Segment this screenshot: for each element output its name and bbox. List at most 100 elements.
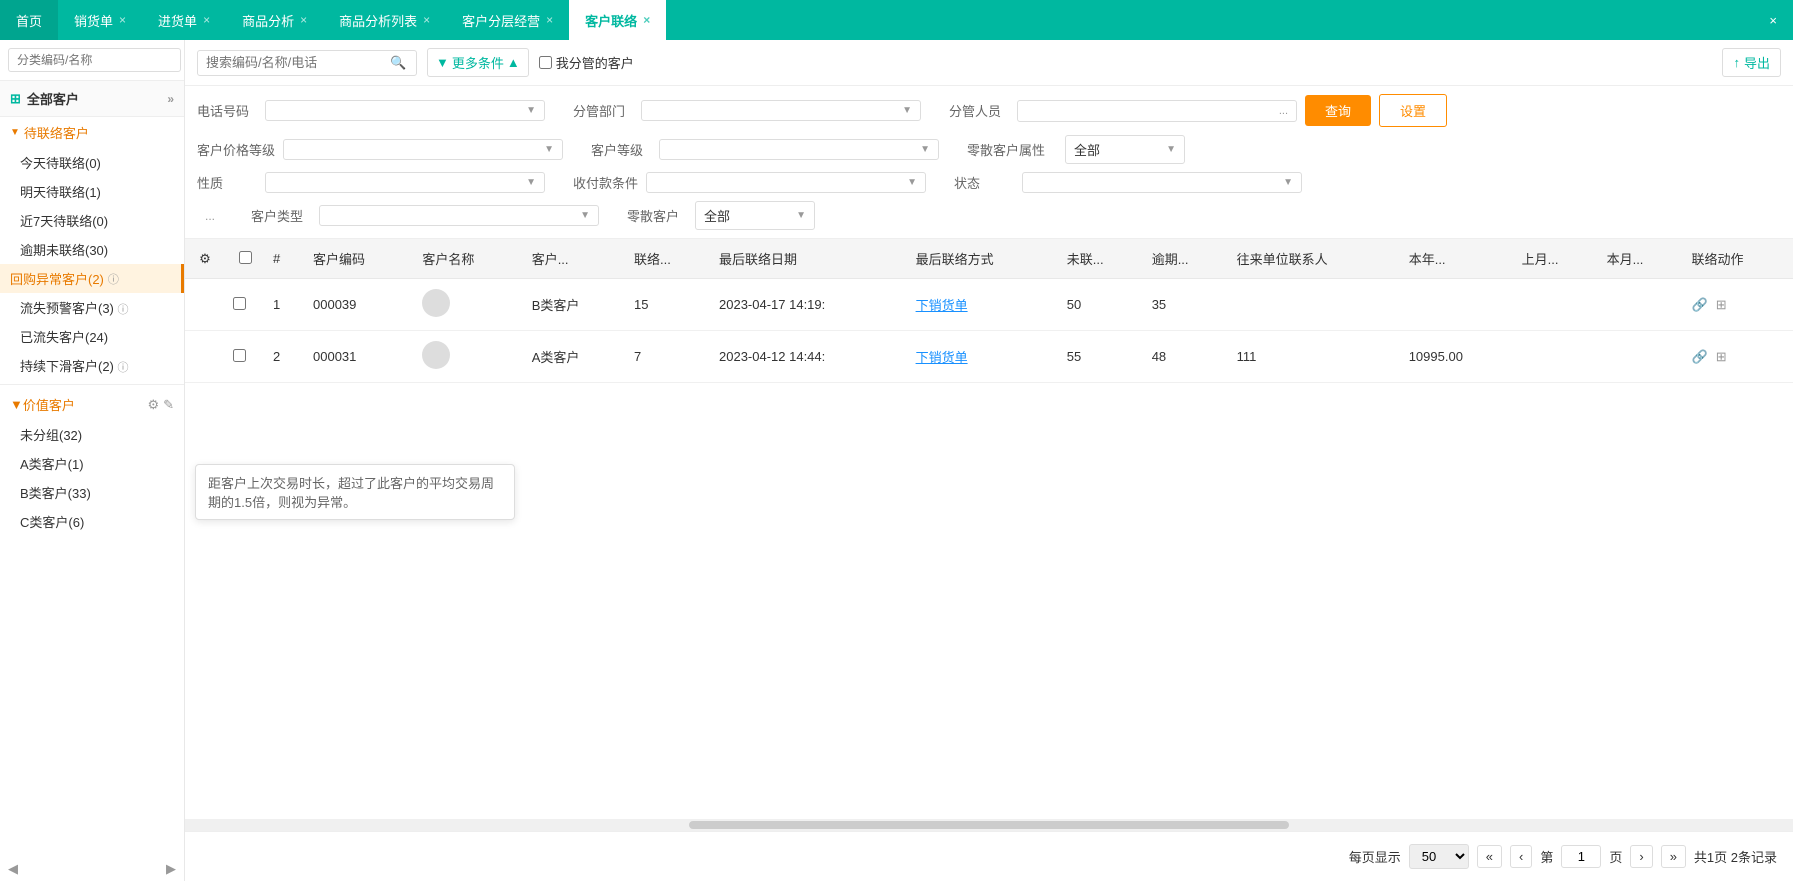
row2-checkbox[interactable] [225, 331, 265, 383]
advanced-filter-panel: 电话号码 ▼ 分管部门 ▼ 分管人员 ... 查询 设置 [185, 86, 1793, 239]
close-product-analysis-icon[interactable]: × [300, 13, 307, 27]
customer-level-field[interactable]: ▼ [659, 139, 939, 160]
nav-sales-order[interactable]: 销货单 × [58, 0, 142, 40]
retail-customer-field[interactable]: 全部 ▼ [695, 201, 815, 230]
row1-code: 000039 [305, 279, 414, 331]
row2-type: A类客户 [524, 331, 626, 383]
repurchase-tooltip: 距客户上次交易时长，超过了此客户的平均交易周期的1.5倍，则视为异常。 [195, 464, 515, 520]
scroll-thumb[interactable] [689, 821, 1289, 829]
nav-customer-contact[interactable]: 客户联络 × [569, 0, 666, 40]
close-sales-order-icon[interactable]: × [119, 13, 126, 27]
payment-field[interactable]: ▼ [646, 172, 926, 193]
page-number-input[interactable] [1561, 845, 1601, 868]
row1-select-checkbox[interactable] [233, 297, 246, 310]
customer-table: ⚙ # 客户编码 客户名称 客户... [185, 239, 1793, 383]
retail-attr-field[interactable]: 全部 ▼ [1065, 135, 1185, 164]
sidebar-item-today-pending[interactable]: 今天待联络(0) [0, 148, 184, 177]
close-purchase-order-icon[interactable]: × [203, 13, 210, 27]
sidebar-item-declining[interactable]: 持续下滑客户(2) ⓘ [0, 351, 184, 380]
data-table-area: 距客户上次交易时长，超过了此客户的平均交易周期的1.5倍，则视为异常。 ⚙ # … [185, 239, 1793, 819]
retail-customer-arrow: ▼ [796, 210, 806, 221]
pagination-bar: 每页显示 50 20 100 « ‹ 第 页 › » 共1页 2条记录 [185, 831, 1793, 881]
status-field[interactable]: ▼ [1022, 172, 1302, 193]
sidebar-item-c-class[interactable]: C类客户(6) [0, 507, 184, 536]
chevron-up-icon: ▲ [507, 55, 520, 70]
nav-purchase-order[interactable]: 进货单 × [142, 0, 226, 40]
sidebar-collapse-button[interactable]: » [167, 92, 174, 106]
sidebar-item-lost[interactable]: 已流失客户(24) [0, 322, 184, 351]
price-level-arrow: ▼ [544, 144, 554, 155]
first-page-button[interactable]: « [1477, 845, 1502, 868]
manager-field[interactable]: ... [1017, 100, 1297, 122]
close-product-analysis-list-icon[interactable]: × [423, 13, 430, 27]
close-customer-segmentation-icon[interactable]: × [546, 13, 553, 27]
filter-more-dots-button[interactable]: ... [197, 205, 223, 227]
top-navigation: 首页 销货单 × 进货单 × 商品分析 × 商品分析列表 × 客户分层经营 × … [0, 0, 1793, 40]
nav-home[interactable]: 首页 [0, 0, 58, 40]
col-overdue: 逾期... [1144, 239, 1229, 279]
search-input[interactable] [206, 55, 386, 70]
sidebar-pending-group[interactable]: ▼ 待联络客户 [0, 117, 184, 148]
sidebar-item-tomorrow-pending[interactable]: 明天待联络(1) [0, 177, 184, 206]
row1-uncontacted: 50 [1059, 279, 1144, 331]
sidebar-item-7days-pending[interactable]: 近7天待联络(0) [0, 206, 184, 235]
next-page-button[interactable]: › [1630, 845, 1652, 868]
category-search-input[interactable] [8, 48, 181, 72]
price-level-field[interactable]: ▼ [283, 139, 563, 160]
customer-type-field[interactable]: ▼ [319, 205, 599, 226]
my-customers-checkbox-label[interactable]: 我分管的客户 [539, 53, 634, 72]
last-page-button[interactable]: » [1661, 845, 1686, 868]
export-button[interactable]: ↑ 导出 [1722, 48, 1781, 77]
sidebar-item-a-class[interactable]: A类客户(1) [0, 449, 184, 478]
row2-last-method[interactable]: 下销货单 [908, 331, 1059, 383]
row2-settings [185, 331, 225, 383]
value-group-settings-icon[interactable]: ⚙ [147, 397, 159, 413]
sidebar-item-b-class[interactable]: B类客户(33) [0, 478, 184, 507]
search-submit-icon[interactable]: 🔍 [390, 55, 406, 71]
prev-page-button[interactable]: ‹ [1510, 845, 1532, 868]
pending-group-arrow-icon: ▼ [10, 127, 20, 138]
row2-select-checkbox[interactable] [233, 349, 246, 362]
per-page-select[interactable]: 50 20 100 [1409, 844, 1469, 869]
nav-customer-segmentation[interactable]: 客户分层经营 × [446, 0, 569, 40]
sidebar-value-group[interactable]: ▼ 价值客户 ⚙ ✎ [0, 389, 184, 420]
gender-field[interactable]: ▼ [265, 172, 545, 193]
row1-link-icon[interactable]: 🔗 [1692, 297, 1708, 313]
row1-checkbox[interactable] [225, 279, 265, 331]
nav-product-analysis[interactable]: 商品分析 × [226, 0, 323, 40]
settings-button[interactable]: 设置 [1379, 94, 1447, 127]
row2-link-icon[interactable]: 🔗 [1692, 349, 1708, 365]
row1-last-method[interactable]: 下销货单 [908, 279, 1059, 331]
content-area: 🔍 ▼ 更多条件 ▲ 我分管的客户 ↑ 导出 电话号码 ▼ [185, 40, 1793, 881]
sidebar-nav-right-icon[interactable]: ▶ [166, 861, 176, 877]
sidebar: 🔍 ⊞ 全部客户 » ▼ 待联络客户 今天待联络(0) 明天待联络(1) 近7天… [0, 40, 185, 881]
select-all-checkbox[interactable] [239, 251, 252, 264]
filter-row-3: 性质 ▼ 收付款条件 ▼ 状态 ▼ [197, 172, 1781, 193]
nav-product-analysis-list[interactable]: 商品分析列表 × [323, 0, 446, 40]
sidebar-nav-left-icon[interactable]: ◀ [8, 861, 18, 877]
row2-grid-icon[interactable]: ⊞ [1716, 349, 1727, 365]
row1-contact-count: 15 [626, 279, 711, 331]
customer-level-arrow: ▼ [920, 144, 930, 155]
col-settings[interactable]: ⚙ [185, 239, 225, 279]
dept-field[interactable]: ▼ [641, 100, 921, 121]
col-checkbox[interactable] [225, 239, 265, 279]
row1-grid-icon[interactable]: ⊞ [1716, 297, 1727, 313]
phone-field[interactable]: ▼ [265, 100, 545, 121]
value-group-edit-icon[interactable]: ✎ [163, 397, 174, 413]
sidebar-item-repurchase-abnormal[interactable]: 回购异常客户(2) ⓘ [0, 264, 184, 293]
my-customers-checkbox[interactable] [539, 56, 552, 69]
row1-num: 1 [265, 279, 305, 331]
sidebar-item-lost-warning[interactable]: 流失预警客户(3) ⓘ [0, 293, 184, 322]
query-button[interactable]: 查询 [1305, 95, 1371, 126]
close-all-tabs-button[interactable]: × [1753, 0, 1793, 40]
sidebar-item-overdue-pending[interactable]: 逾期未联络(30) [0, 235, 184, 264]
table-header-row: ⚙ # 客户编码 客户名称 客户... [185, 239, 1793, 279]
row2-last-month [1514, 331, 1599, 383]
close-customer-contact-icon[interactable]: × [643, 13, 650, 27]
sidebar-item-ungroup[interactable]: 未分组(32) [0, 420, 184, 449]
horizontal-scrollbar[interactable] [185, 819, 1793, 831]
col-customer-code: 客户编码 [305, 239, 414, 279]
more-conditions-button[interactable]: ▼ 更多条件 ▲ [427, 48, 529, 77]
col-actions: 联络动作 [1684, 239, 1793, 279]
